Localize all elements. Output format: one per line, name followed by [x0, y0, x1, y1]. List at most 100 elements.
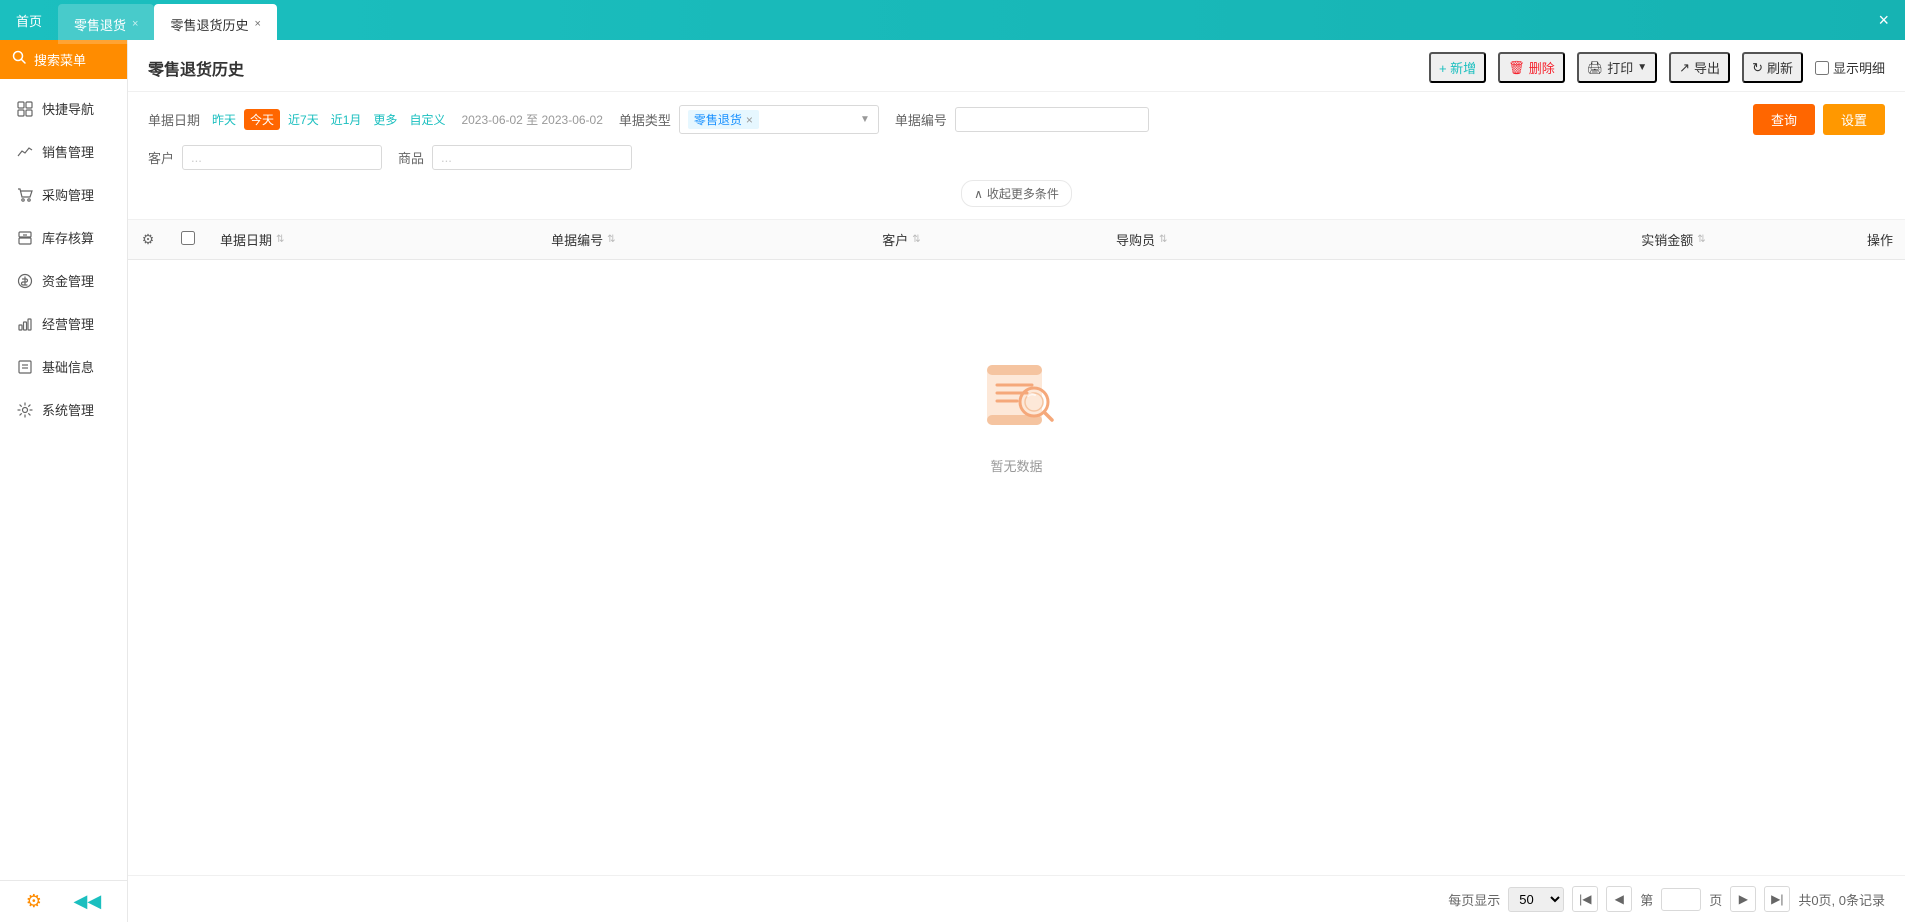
- page-header: 零售退货历史 + 新增 🗑 删除 🖨 打印 ▼ ↗ 导出 ↻: [128, 40, 1905, 92]
- doc-no-filter: 单据编号: [895, 107, 1149, 132]
- goods-select[interactable]: ...: [432, 145, 632, 170]
- sort-guide-icon[interactable]: ⇅: [1159, 234, 1167, 245]
- doc-type-tag: 零售退货 ×: [688, 110, 759, 129]
- new-button[interactable]: + 新增: [1429, 52, 1486, 83]
- date-shortcut-today[interactable]: 今天: [244, 109, 280, 130]
- customer-label: 客户: [148, 148, 174, 167]
- sidebar-settings-icon[interactable]: ⚙: [26, 891, 42, 912]
- doc-type-tag-close[interactable]: ×: [746, 113, 753, 127]
- tab-retail-return-history-label: 零售退货历史: [170, 15, 248, 34]
- doc-no-label: 单据编号: [895, 110, 947, 129]
- delete-button[interactable]: 🗑 删除: [1498, 52, 1565, 83]
- doc-type-select[interactable]: 零售退货 × ▼: [679, 105, 879, 134]
- th-doc-no: 单据编号 ⇅: [539, 220, 870, 260]
- main-layout: 搜索菜单 快捷导航: [0, 40, 1905, 922]
- sort-doc-no-icon[interactable]: ⇅: [607, 234, 615, 245]
- sidebar-item-quick-nav-label: 快捷导航: [42, 99, 94, 118]
- sidebar-item-purchase-mgmt[interactable]: 采购管理: [0, 173, 127, 216]
- column-settings-icon[interactable]: ⚙: [142, 231, 155, 247]
- purchase-mgmt-icon: [16, 186, 34, 204]
- doc-no-input[interactable]: [955, 107, 1149, 132]
- sidebar-item-finance-label: 资金管理: [42, 271, 94, 290]
- sidebar-item-operations[interactable]: 经营管理: [0, 302, 127, 345]
- page-number-input[interactable]: 1: [1661, 888, 1701, 911]
- tab-retail-return-history[interactable]: 零售退货历史 ×: [154, 4, 276, 44]
- tab-retail-return-close[interactable]: ×: [132, 18, 138, 30]
- sidebar-search-label: 搜索菜单: [34, 50, 86, 69]
- window-close-button[interactable]: ×: [1862, 10, 1905, 31]
- th-action: 操作: [1718, 220, 1905, 260]
- date-shortcuts: 昨天 今天 近7天 近1月 更多 自定义: [208, 109, 449, 130]
- sidebar-item-operations-label: 经营管理: [42, 314, 94, 333]
- date-shortcut-yesterday[interactable]: 昨天: [208, 109, 240, 130]
- table-container: ⚙ 单据日期 ⇅ 单据编号: [128, 220, 1905, 875]
- export-icon: ↗: [1679, 60, 1690, 76]
- tab-retail-return[interactable]: 零售退货 ×: [58, 4, 154, 44]
- sales-mgmt-icon: [16, 143, 34, 161]
- refresh-button[interactable]: ↻ 刷新: [1742, 52, 1803, 83]
- filter-row-2: 客户 ... 商品 ...: [148, 145, 1885, 170]
- export-button[interactable]: ↗ 导出: [1669, 52, 1730, 83]
- search-icon: [12, 50, 26, 69]
- goods-filter: 商品 ...: [398, 145, 632, 170]
- empty-text: 暂无数据: [990, 456, 1042, 475]
- table-body: 暂无数据: [128, 260, 1905, 556]
- sidebar-audio-icon[interactable]: ◀◀: [74, 891, 102, 912]
- filter-area: 单据日期 昨天 今天 近7天 近1月 更多 自定义 2023-06-02 至 2…: [128, 92, 1905, 220]
- tab-retail-return-history-close[interactable]: ×: [254, 18, 260, 30]
- sidebar-nav: 快捷导航 销售管理 采购管理: [0, 79, 127, 880]
- page-suffix: 页: [1709, 890, 1722, 909]
- data-table: ⚙ 单据日期 ⇅ 单据编号: [128, 220, 1905, 555]
- date-filter: 单据日期 昨天 今天 近7天 近1月 更多 自定义 2023-06-02 至 2…: [148, 109, 603, 130]
- sidebar-item-quick-nav[interactable]: 快捷导航: [0, 87, 127, 130]
- customer-select[interactable]: ...: [182, 145, 382, 170]
- th-settings: ⚙: [128, 220, 168, 260]
- sort-date-icon[interactable]: ⇅: [276, 234, 284, 245]
- date-shortcut-custom[interactable]: 自定义: [405, 109, 449, 130]
- show-detail-toggle[interactable]: 显示明细: [1815, 58, 1885, 77]
- filter-row-1: 单据日期 昨天 今天 近7天 近1月 更多 自定义 2023-06-02 至 2…: [148, 104, 1885, 135]
- date-shortcut-1month[interactable]: 近1月: [327, 109, 366, 130]
- sidebar-item-purchase-mgmt-label: 采购管理: [42, 185, 94, 204]
- date-label: 单据日期: [148, 110, 200, 129]
- th-amount: 实销金额 ⇅: [1386, 220, 1717, 260]
- empty-row: 暂无数据: [128, 260, 1905, 556]
- query-button[interactable]: 查询: [1753, 104, 1815, 135]
- customer-ellipsis: ...: [191, 150, 202, 165]
- prev-page-button[interactable]: ◀: [1606, 886, 1632, 912]
- collapse-up-icon: ∧: [974, 187, 983, 201]
- sidebar-item-inventory-label: 库存核算: [42, 228, 94, 247]
- quick-nav-icon: [16, 100, 34, 118]
- table-header: ⚙ 单据日期 ⇅ 单据编号: [128, 220, 1905, 260]
- collapse-filter-button[interactable]: ∧ 收起更多条件: [961, 180, 1072, 207]
- next-page-button[interactable]: ▶: [1730, 886, 1756, 912]
- sidebar-item-sales-mgmt-label: 销售管理: [42, 142, 94, 161]
- sidebar-item-inventory[interactable]: 库存核算: [0, 216, 127, 259]
- per-page-select[interactable]: 50 10 20 100: [1508, 887, 1564, 912]
- th-date: 单据日期 ⇅: [208, 220, 539, 260]
- sidebar-search[interactable]: 搜索菜单: [0, 40, 127, 79]
- first-page-button[interactable]: |◀: [1572, 886, 1598, 912]
- page-label: 第: [1640, 890, 1653, 909]
- goods-ellipsis: ...: [441, 150, 452, 165]
- print-dropdown-icon: ▼: [1637, 62, 1647, 73]
- sidebar-item-sales-mgmt[interactable]: 销售管理: [0, 130, 127, 173]
- date-shortcut-more[interactable]: 更多: [369, 109, 401, 130]
- topbar: 首页 零售退货 × 零售退货历史 × ×: [0, 0, 1905, 40]
- sort-amount-icon[interactable]: ⇅: [1697, 234, 1705, 245]
- delete-icon: 🗑: [1508, 60, 1525, 76]
- sort-customer-icon[interactable]: ⇅: [912, 234, 920, 245]
- select-all-checkbox[interactable]: [181, 231, 195, 245]
- goods-label: 商品: [398, 148, 424, 167]
- tab-home[interactable]: 首页: [0, 0, 58, 40]
- print-button[interactable]: 🖨 打印 ▼: [1577, 52, 1657, 83]
- sidebar-item-basic-info[interactable]: 基础信息: [0, 345, 127, 388]
- sidebar-item-finance[interactable]: 资金管理: [0, 259, 127, 302]
- date-range-display: 2023-06-02 至 2023-06-02: [461, 111, 602, 128]
- setting-button[interactable]: 设置: [1823, 104, 1885, 135]
- show-detail-checkbox[interactable]: [1815, 61, 1829, 75]
- sidebar-item-sys-mgmt[interactable]: 系统管理: [0, 388, 127, 431]
- last-page-button[interactable]: ▶|: [1764, 886, 1790, 912]
- pagination-bar: 每页显示 50 10 20 100 |◀ ◀ 第 1 页 ▶ ▶| 共0页, 0…: [128, 875, 1905, 922]
- date-shortcut-7days[interactable]: 近7天: [284, 109, 323, 130]
